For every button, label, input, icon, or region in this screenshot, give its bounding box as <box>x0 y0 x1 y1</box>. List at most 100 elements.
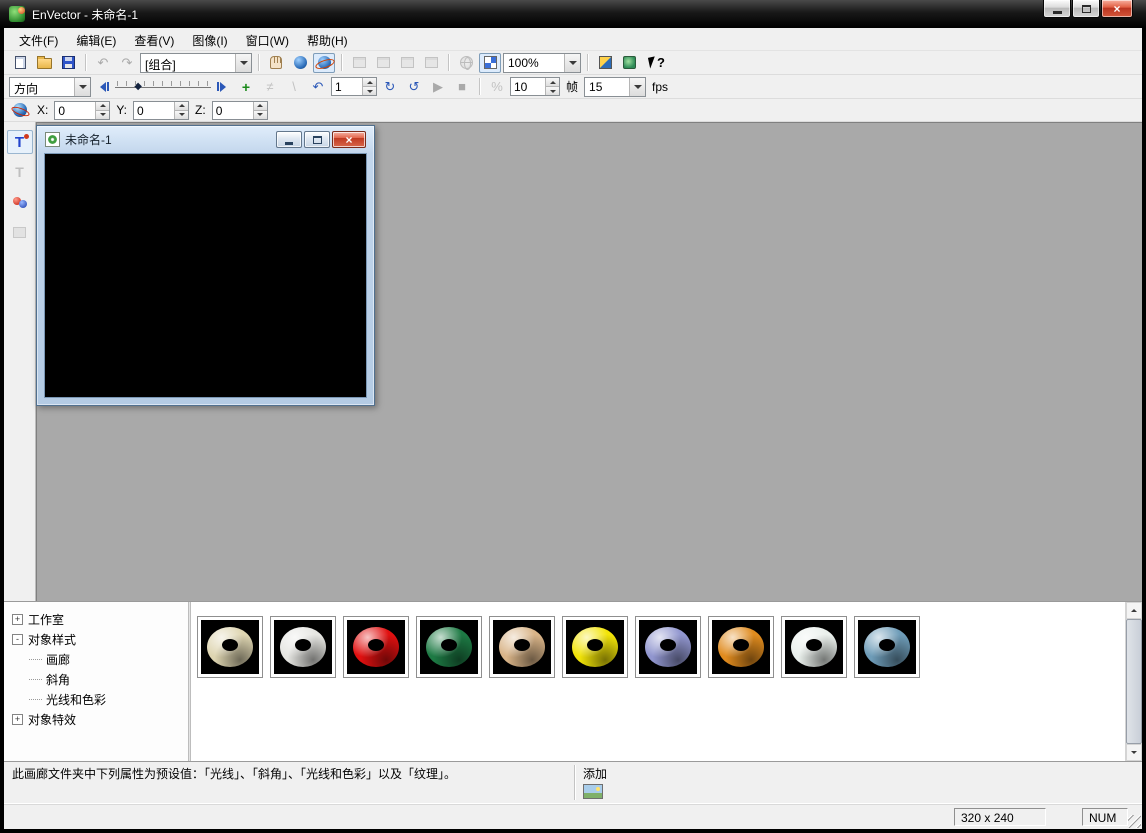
spin-up-button[interactable] <box>175 102 188 110</box>
scroll-down-button[interactable] <box>1126 744 1142 761</box>
scrollbar-thumb[interactable] <box>1126 619 1142 744</box>
direction-combobox-dropdown[interactable] <box>74 78 90 96</box>
globe-button[interactable] <box>455 53 477 73</box>
insert-frame-button[interactable]: ≠ <box>259 77 281 97</box>
fps-combobox[interactable]: 15 <box>584 77 646 97</box>
delete-frame-button[interactable]: \ <box>283 77 305 97</box>
spin-down-button[interactable] <box>254 110 267 119</box>
color-tool-button[interactable] <box>7 190 33 214</box>
menu-item-edit[interactable]: 编辑(E) <box>67 28 125 50</box>
edit-text-tool-button[interactable]: T <box>7 160 33 184</box>
undo-button[interactable]: ↶ <box>92 53 114 73</box>
minimize-button[interactable] <box>1043 0 1071 18</box>
menu-item-view[interactable]: 查看(V) <box>125 28 183 50</box>
gallery-item-steelblue-torus[interactable] <box>854 616 920 678</box>
display-option-button-2[interactable] <box>372 53 394 73</box>
document-window[interactable]: 未命名-1 × <box>36 125 375 406</box>
resize-grip[interactable] <box>1128 815 1141 828</box>
tree-item-light-and-color[interactable]: 光线和色彩 <box>26 689 186 709</box>
gallery-item-orange-torus[interactable] <box>708 616 774 678</box>
gallery-item-green-torus[interactable] <box>416 616 482 678</box>
tree-item-object-style[interactable]: -对象样式 <box>8 629 186 649</box>
spin-up-button[interactable] <box>254 102 267 110</box>
texture-grid-button[interactable] <box>479 53 501 73</box>
context-help-button[interactable]: ? <box>642 53 672 73</box>
pan-tool-button[interactable] <box>265 53 287 73</box>
total-frames-spinner[interactable]: 10 <box>510 77 560 96</box>
display-option-button-3[interactable] <box>396 53 418 73</box>
text-object-tool-button[interactable]: T <box>7 130 33 154</box>
spin-down-button[interactable] <box>363 86 376 95</box>
gallery-item-tan-torus[interactable] <box>489 616 555 678</box>
tree-item-object-effects[interactable]: +对象特效 <box>8 709 186 729</box>
tree-item-bevel[interactable]: 斜角 <box>26 669 186 689</box>
new-document-button[interactable] <box>9 53 31 73</box>
current-frame-spinner[interactable]: 1 <box>331 77 377 96</box>
web-preview-button[interactable] <box>618 53 640 73</box>
slider-thumb[interactable]: ◆ <box>134 81 142 93</box>
stop-button[interactable]: ■ <box>451 77 473 97</box>
document-canvas[interactable] <box>44 153 367 398</box>
tree-item-studio[interactable]: +工作室 <box>8 609 186 629</box>
y-spinner[interactable]: 0 <box>133 101 189 120</box>
document-maximize-button[interactable] <box>304 131 330 148</box>
menu-item-file[interactable]: 文件(F) <box>10 28 67 50</box>
gallery-item-periwinkle-torus[interactable] <box>635 616 701 678</box>
open-button[interactable] <box>33 53 55 73</box>
slider-step-forward-button[interactable] <box>214 79 229 94</box>
menu-item-help[interactable]: 帮助(H) <box>298 28 357 50</box>
slider-track[interactable]: ◆ <box>115 79 211 95</box>
add-frame-button[interactable]: + <box>235 77 257 97</box>
spin-down-button[interactable] <box>546 86 559 95</box>
display-option-button-1[interactable] <box>348 53 370 73</box>
menu-item-image[interactable]: 图像(I) <box>183 28 236 50</box>
export-image-button[interactable] <box>594 53 616 73</box>
maximize-button[interactable] <box>1072 0 1100 18</box>
spin-down-button[interactable] <box>96 110 109 119</box>
titlebar: EnVector - 未命名-1 × <box>0 0 1146 28</box>
gallery-item-white-torus[interactable] <box>270 616 336 678</box>
spin-down-button[interactable] <box>175 110 188 119</box>
gallery-item-red-torus[interactable] <box>343 616 409 678</box>
group-combobox[interactable]: [组合] <box>140 53 252 73</box>
document-minimize-button[interactable] <box>276 131 302 148</box>
redo-button[interactable]: ↷ <box>116 53 138 73</box>
tree-item-gallery[interactable]: 画廊 <box>26 649 186 669</box>
document-titlebar[interactable]: 未命名-1 × <box>44 126 367 153</box>
gallery-item-cream-torus[interactable] <box>197 616 263 678</box>
group-combobox-dropdown[interactable] <box>235 54 251 72</box>
effects-tool-button[interactable] <box>7 220 33 244</box>
menu-item-window[interactable]: 窗口(W) <box>237 28 298 50</box>
loop-button[interactable]: ↻ <box>379 77 401 97</box>
gallery-item-yellow-torus[interactable] <box>562 616 628 678</box>
save-button[interactable] <box>57 53 79 73</box>
rotate-view-button[interactable] <box>313 53 335 73</box>
scroll-up-button[interactable] <box>1126 602 1142 619</box>
spin-up-button[interactable] <box>96 102 109 110</box>
spin-up-button[interactable] <box>363 78 376 86</box>
pingpong-button[interactable]: ↺ <box>403 77 425 97</box>
percent-button[interactable]: % <box>486 77 508 97</box>
mdi-workspace: 未命名-1 × <box>36 122 1142 601</box>
zoom-combobox[interactable]: 100% <box>503 53 581 73</box>
gallery-item-silver-torus[interactable] <box>781 616 847 678</box>
direction-combobox[interactable]: 方向 <box>9 77 91 97</box>
rotate-xyz-button[interactable] <box>9 100 31 120</box>
fps-combobox-dropdown[interactable] <box>629 78 645 96</box>
z-spinner[interactable]: 0 <box>212 101 268 120</box>
close-button[interactable]: × <box>1101 0 1133 18</box>
tree-toggle-icon[interactable]: + <box>12 614 23 625</box>
document-close-button[interactable]: × <box>332 131 366 148</box>
x-spinner[interactable]: 0 <box>54 101 110 120</box>
slider-step-back-button[interactable] <box>97 79 112 94</box>
play-button[interactable]: ▶ <box>427 77 449 97</box>
tree-toggle-icon[interactable]: + <box>12 714 23 725</box>
spin-up-button[interactable] <box>546 78 559 86</box>
rotate-object-button[interactable] <box>289 53 311 73</box>
reverse-direction-button[interactable]: ↶ <box>307 77 329 97</box>
display-option-button-4[interactable] <box>420 53 442 73</box>
zoom-combobox-dropdown[interactable] <box>564 54 580 72</box>
tree-toggle-icon[interactable]: - <box>12 634 23 645</box>
red-torus-image <box>353 627 399 667</box>
add-to-gallery-button[interactable] <box>583 784 603 799</box>
